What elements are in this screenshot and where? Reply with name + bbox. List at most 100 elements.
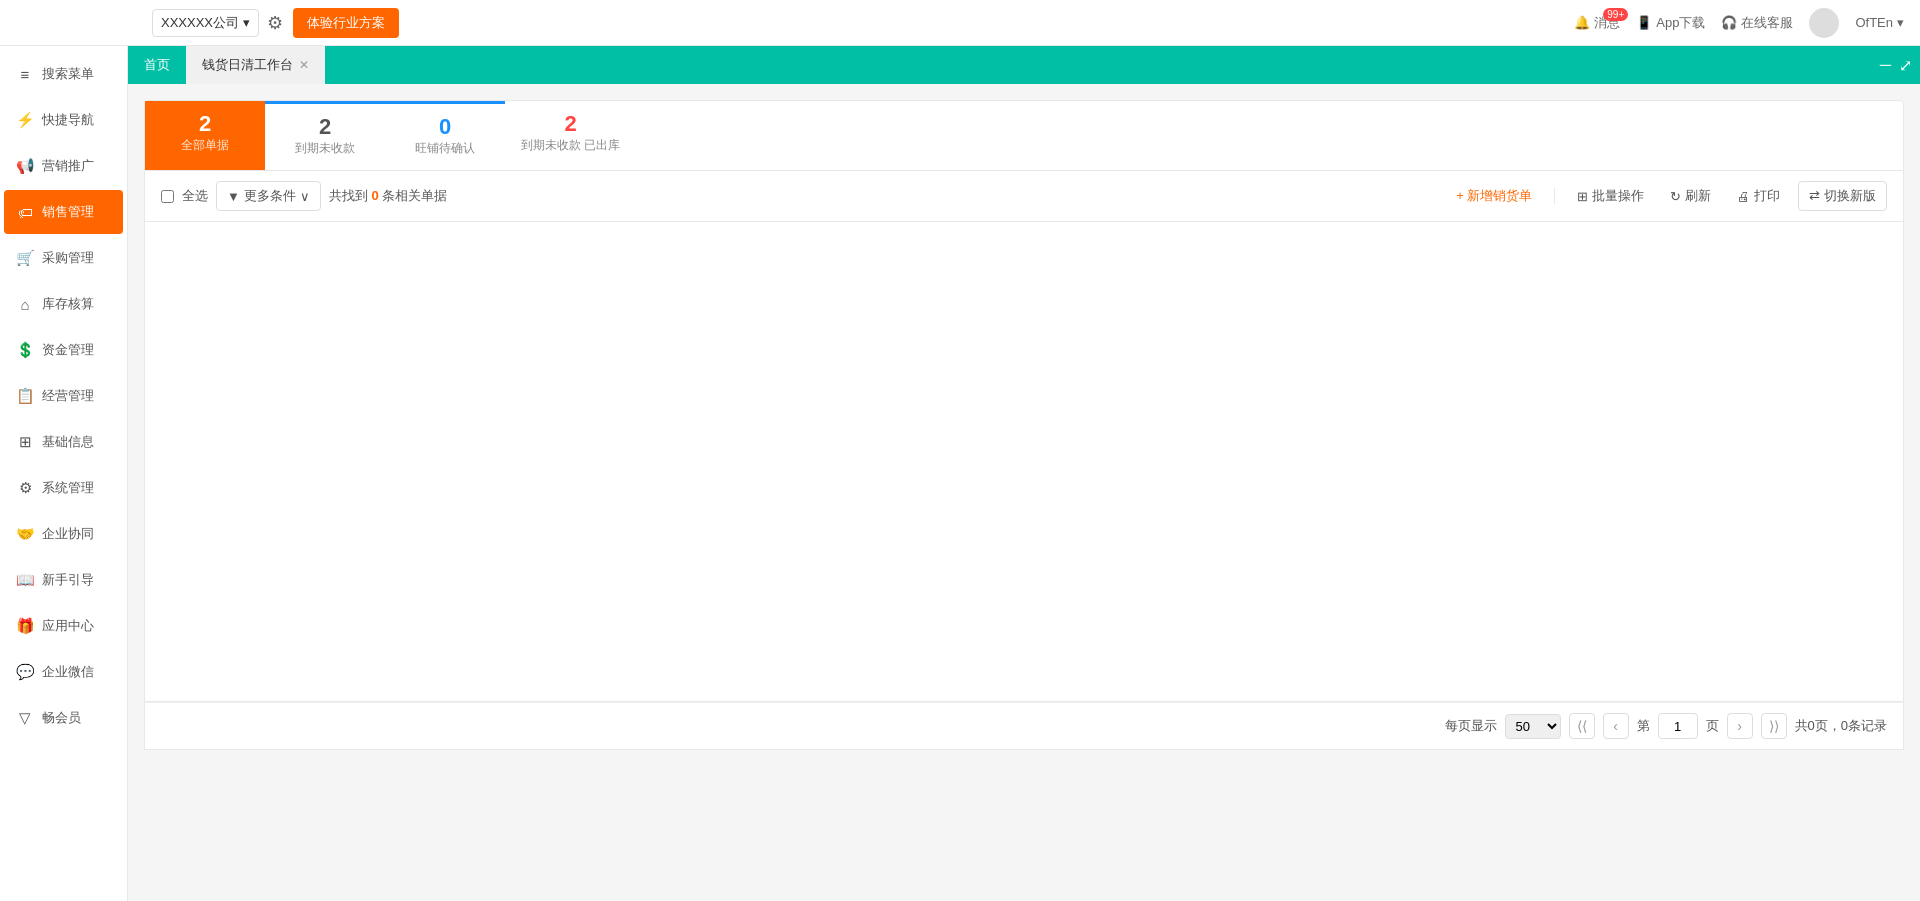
refresh-icon: ↻	[1670, 189, 1681, 204]
close-icon[interactable]: ✕	[299, 58, 309, 72]
page-number-input[interactable]	[1658, 713, 1698, 739]
select-all-checkbox[interactable]	[161, 190, 174, 203]
inventory-icon: ⌂	[16, 296, 34, 313]
print-button[interactable]: 🖨 打印	[1729, 183, 1788, 209]
toolbar-right: + 新增销货单 ⊞ 批量操作 ↻ 刷新 🖨 打印 ⇄ 切换新版	[1448, 181, 1887, 211]
purchase-icon: 🛒	[16, 249, 34, 267]
operations-icon: 📋	[16, 387, 34, 405]
last-page-button[interactable]: ⟩⟩	[1761, 713, 1787, 739]
sidebar-item-system[interactable]: ⚙ 系统管理	[4, 466, 123, 510]
sidebar-item-label: 营销推广	[42, 157, 94, 175]
sidebar-item-finance[interactable]: 💲 资金管理	[4, 328, 123, 372]
chevron-down-icon: ▾	[243, 15, 250, 30]
wechat-icon: 💬	[16, 663, 34, 681]
sidebar-item-label: 畅会员	[42, 709, 81, 727]
sidebar-item-cooperation[interactable]: 🤝 企业协同	[4, 512, 123, 556]
sidebar-item-label: 企业协同	[42, 525, 94, 543]
stats-all-num: 2	[161, 111, 249, 137]
chevron-down-icon2: ▾	[1897, 15, 1904, 30]
toolbar: 全选 ▼ 更多条件 ∨ 共找到 0 条相关单据 + 新增销货单 ⊞ 批量操作 ↻…	[144, 171, 1904, 222]
sidebar-item-beginner[interactable]: 📖 新手引导	[4, 558, 123, 602]
filter-button[interactable]: ▼ 更多条件 ∨	[216, 181, 321, 211]
switch-new-version-button[interactable]: ⇄ 切换新版	[1798, 181, 1887, 211]
sidebar: 6 畅捷通好生意 标准版 ≡ 搜索菜单 ⚡ 快捷导航 📢 营销推广 🏷 销售管理…	[0, 0, 128, 901]
add-sales-order-button[interactable]: + 新增销货单	[1448, 183, 1540, 209]
sidebar-item-member[interactable]: ▽ 畅会员	[4, 696, 123, 740]
minimize-icon[interactable]: ─	[1880, 56, 1891, 74]
nav-tabs: 首页 钱货日清工作台 ✕ ─ ⤢	[128, 46, 1920, 84]
user-name-item[interactable]: OfTEn ▾	[1855, 15, 1904, 30]
stats-pending-label: 旺铺待确认	[401, 140, 489, 157]
stats-shipped-num: 2	[521, 111, 620, 137]
tab-daily-work[interactable]: 钱货日清工作台 ✕	[186, 46, 325, 84]
online-service-label: 在线客服	[1741, 14, 1793, 32]
top-right: 🔔 消息 99+ 📱 App下载 🎧 在线客服 OfTEn ▾	[1574, 8, 1904, 38]
online-service-item[interactable]: 🎧 在线客服	[1721, 14, 1793, 32]
sidebar-item-purchase[interactable]: 🛒 采购管理	[4, 236, 123, 280]
user-name: OfTEn	[1855, 15, 1893, 30]
tab-actions: ─ ⤢	[1880, 56, 1920, 75]
dropdown-icon: ∨	[300, 189, 310, 204]
sidebar-item-label: 快捷导航	[42, 111, 94, 129]
batch-operation-button[interactable]: ⊞ 批量操作	[1569, 183, 1652, 209]
sidebar-item-label: 资金管理	[42, 341, 94, 359]
beginner-icon: 📖	[16, 571, 34, 589]
sidebar-item-label: 搜索菜单	[42, 65, 94, 83]
page-label2: 页	[1706, 717, 1719, 735]
found-count: 0	[372, 188, 379, 203]
messages-badge: 99+	[1603, 8, 1628, 21]
stats-tab-pending[interactable]: 0 旺铺待确认	[385, 101, 505, 170]
switch-icon: ⇄	[1809, 188, 1820, 203]
main-content: 2 全部单据 2 到期未收款 0 旺铺待确认 2 到期未收款 已出库 全选 ▼ …	[128, 84, 1920, 901]
sidebar-item-label: 采购管理	[42, 249, 94, 267]
page-label: 第	[1637, 717, 1650, 735]
search-menu-icon: ≡	[16, 66, 34, 83]
sidebar-item-basics[interactable]: ⊞ 基础信息	[4, 420, 123, 464]
sidebar-item-wechat[interactable]: 💬 企业微信	[4, 650, 123, 694]
stats-overdue-num: 2	[281, 114, 369, 140]
sidebar-item-app-center[interactable]: 🎁 应用中心	[4, 604, 123, 648]
toolbar-left: 全选 ▼ 更多条件 ∨ 共找到 0 条相关单据	[161, 181, 447, 211]
sales-icon: 🏷	[16, 204, 34, 221]
stats-shipped-label: 到期未收款 已出库	[521, 137, 620, 154]
first-page-button[interactable]: ⟨⟨	[1569, 713, 1595, 739]
company-selector[interactable]: XXXXXX公司 ▾	[152, 9, 259, 37]
marketing-icon: 📢	[16, 157, 34, 175]
experience-button[interactable]: 体验行业方案	[293, 8, 399, 38]
sidebar-item-quick-nav[interactable]: ⚡ 快捷导航	[4, 98, 123, 142]
filter-label: 更多条件	[244, 187, 296, 205]
tab-home[interactable]: 首页	[128, 46, 186, 84]
sidebar-item-label: 基础信息	[42, 433, 94, 451]
refresh-button[interactable]: ↻ 刷新	[1662, 183, 1719, 209]
sidebar-item-inventory[interactable]: ⌂ 库存核算	[4, 282, 123, 326]
settings-icon[interactable]: ⚙	[267, 12, 283, 34]
cooperation-icon: 🤝	[16, 525, 34, 543]
next-page-button[interactable]: ›	[1727, 713, 1753, 739]
stats-tab-overdue[interactable]: 2 到期未收款	[265, 101, 385, 170]
stats-tab-all[interactable]: 2 全部单据	[145, 101, 265, 170]
batch-icon: ⊞	[1577, 189, 1588, 204]
sidebar-item-operations[interactable]: 📋 经营管理	[4, 374, 123, 418]
maximize-icon[interactable]: ⤢	[1899, 56, 1912, 75]
stats-tab-shipped[interactable]: 2 到期未收款 已出库	[505, 101, 636, 170]
headset-icon: 🎧	[1721, 15, 1737, 30]
app-download-label: App下载	[1656, 14, 1705, 32]
sidebar-item-sales[interactable]: 🏷 销售管理	[4, 190, 123, 234]
messages-item[interactable]: 🔔 消息 99+	[1574, 14, 1620, 32]
prev-page-button[interactable]: ‹	[1603, 713, 1629, 739]
phone-icon: 📱	[1636, 15, 1652, 30]
sidebar-item-label: 企业微信	[42, 663, 94, 681]
stats-overdue-label: 到期未收款	[281, 140, 369, 157]
sidebar-item-search-menu[interactable]: ≡ 搜索菜单	[4, 52, 123, 96]
per-page-label: 每页显示	[1445, 717, 1497, 735]
tab-home-label: 首页	[144, 56, 170, 74]
sidebar-menu: ≡ 搜索菜单 ⚡ 快捷导航 📢 营销推广 🏷 销售管理 🛒 采购管理 ⌂ 库存核…	[0, 46, 127, 901]
avatar[interactable]	[1809, 8, 1839, 38]
stats-pending-num: 0	[401, 114, 489, 140]
sidebar-item-marketing[interactable]: 📢 营销推广	[4, 144, 123, 188]
per-page-select[interactable]: 50 100 200	[1505, 714, 1561, 739]
app-download-item[interactable]: 📱 App下载	[1636, 14, 1705, 32]
company-name: XXXXXX公司	[161, 14, 239, 32]
finance-icon: 💲	[16, 341, 34, 359]
quick-nav-icon: ⚡	[16, 111, 34, 129]
